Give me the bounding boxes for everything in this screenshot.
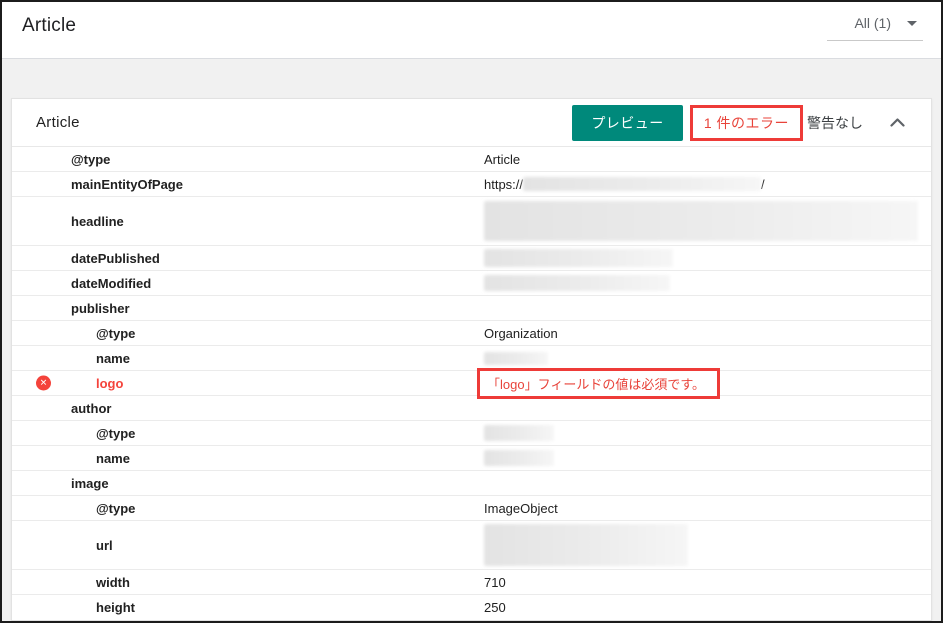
property-table: @type Article mainEntityOfPage https:// / hea… (12, 147, 931, 620)
preview-button[interactable]: プレビュー (572, 104, 683, 141)
property-label-cell: author (12, 401, 484, 416)
property-label-cell: headline (12, 214, 484, 229)
property-label-cell: @type (12, 501, 484, 516)
property-row-logo: ✕ logo 「logo」フィールドの値は必須です。 (12, 367, 931, 399)
redacted-value (523, 177, 762, 191)
property-row-name: name (12, 446, 931, 471)
property-label-cell: image (12, 476, 484, 491)
error-annotation-box: 1 件のエラー (689, 104, 803, 141)
property-row-image: image (12, 471, 931, 496)
property-value-cell: 「logo」フィールドの値は必須です。 (477, 367, 931, 399)
value-text: Organization (484, 325, 558, 341)
property-row-url: url (12, 521, 931, 570)
panel-header: Article プレビュー 1 件のエラー 警告なし (12, 99, 931, 147)
value-text: Article (484, 151, 521, 167)
property-label-cell: logo (12, 376, 484, 391)
property-label: dateModified (71, 275, 152, 291)
content-area: Article プレビュー 1 件のエラー 警告なし @type Article m… (2, 59, 941, 621)
property-label: @type (96, 325, 136, 341)
property-label: height (96, 600, 135, 615)
property-value-cell (484, 249, 931, 267)
property-row-type: @type ImageObject (12, 496, 931, 521)
value-suffix: / (761, 176, 765, 192)
property-label-cell: url (12, 538, 484, 553)
property-row-height: height 250 (12, 595, 931, 620)
redacted-value (484, 524, 688, 566)
redacted-value (484, 275, 670, 291)
property-label-cell: dateModified (12, 276, 484, 291)
error-message: 「logo」フィールドの値は必須です。 (487, 376, 706, 392)
property-row-mainentityofpage: mainEntityOfPage https:// / (12, 172, 931, 197)
property-row-type: @type (12, 421, 931, 446)
property-label-cell: @type (12, 326, 484, 341)
value-text: 710 (484, 574, 506, 590)
filter-label: All (1) (854, 15, 891, 31)
value-text: https:// (484, 176, 524, 192)
property-label: image (71, 475, 109, 491)
page-title: Article (22, 15, 77, 36)
property-label: width (96, 574, 130, 590)
error-count-button[interactable]: 1 件のエラー (704, 113, 789, 133)
redacted-value (484, 249, 673, 267)
redacted-value (484, 450, 554, 466)
value-text: ImageObject (484, 500, 558, 516)
redacted-value (484, 351, 548, 365)
property-label-cell: @type (12, 152, 484, 167)
property-value-cell (484, 450, 931, 466)
property-value-cell: 250 (484, 600, 931, 615)
property-label-cell: name (12, 351, 484, 366)
error-icon: ✕ (36, 375, 51, 391)
property-label-cell: height (12, 600, 484, 615)
property-label-cell: width (12, 575, 484, 590)
panel-title: Article (36, 114, 80, 131)
redacted-value (484, 201, 918, 241)
property-label: name (96, 450, 130, 466)
property-row-type: @type Article (12, 147, 931, 172)
property-label-cell: @type (12, 426, 484, 441)
error-message-annotation-box: 「logo」フィールドの値は必須です。 (477, 367, 721, 399)
window: Article All (1) Article プレビュー 1 件のエラー 警告… (0, 0, 943, 623)
property-row-width: width 710 (12, 570, 931, 595)
panel-actions: プレビュー 1 件のエラー 警告なし (572, 104, 915, 141)
property-label: url (96, 537, 113, 553)
property-value-cell: https:// / (484, 177, 931, 192)
property-label-cell: name (12, 451, 484, 466)
property-row-type: @type Organization (12, 321, 931, 346)
property-label: publisher (71, 300, 130, 316)
article-result-panel: Article プレビュー 1 件のエラー 警告なし @type Article m… (11, 98, 932, 621)
property-value-cell: ImageObject (484, 501, 931, 516)
property-label-cell: datePublished (12, 251, 484, 266)
property-label: @type (71, 151, 111, 167)
property-label: author (71, 400, 112, 416)
property-value-cell: Organization (484, 326, 931, 341)
property-label-cell: mainEntityOfPage (12, 177, 484, 192)
property-row-datemodified: dateModified (12, 271, 931, 296)
property-value-cell (484, 201, 931, 241)
property-label: datePublished (71, 250, 160, 266)
property-row-author: author (12, 396, 931, 421)
property-label: logo (96, 375, 124, 391)
property-label: name (96, 350, 130, 366)
property-value-cell (484, 351, 931, 365)
dropdown-arrow-icon (907, 20, 917, 26)
warnings-label: 警告なし (807, 114, 863, 131)
property-value-cell (484, 275, 931, 291)
collapse-chevron-icon[interactable] (890, 118, 905, 127)
property-row-datepublished: datePublished (12, 246, 931, 271)
property-value-cell (484, 425, 931, 441)
property-row-headline: headline (12, 197, 931, 246)
property-value-cell: 710 (484, 575, 931, 590)
property-value-cell (484, 524, 931, 566)
result-filter-dropdown[interactable]: All (1) (827, 13, 923, 41)
value-text: 250 (484, 600, 506, 615)
property-value-cell: Article (484, 152, 931, 167)
page-header: Article All (1) (2, 2, 941, 59)
property-label: mainEntityOfPage (71, 176, 183, 192)
property-label: @type (96, 425, 136, 441)
property-row-publisher: publisher (12, 296, 931, 321)
redacted-value (484, 425, 554, 441)
property-label-cell: publisher (12, 301, 484, 316)
property-label: @type (96, 500, 136, 516)
property-label: headline (71, 213, 124, 229)
